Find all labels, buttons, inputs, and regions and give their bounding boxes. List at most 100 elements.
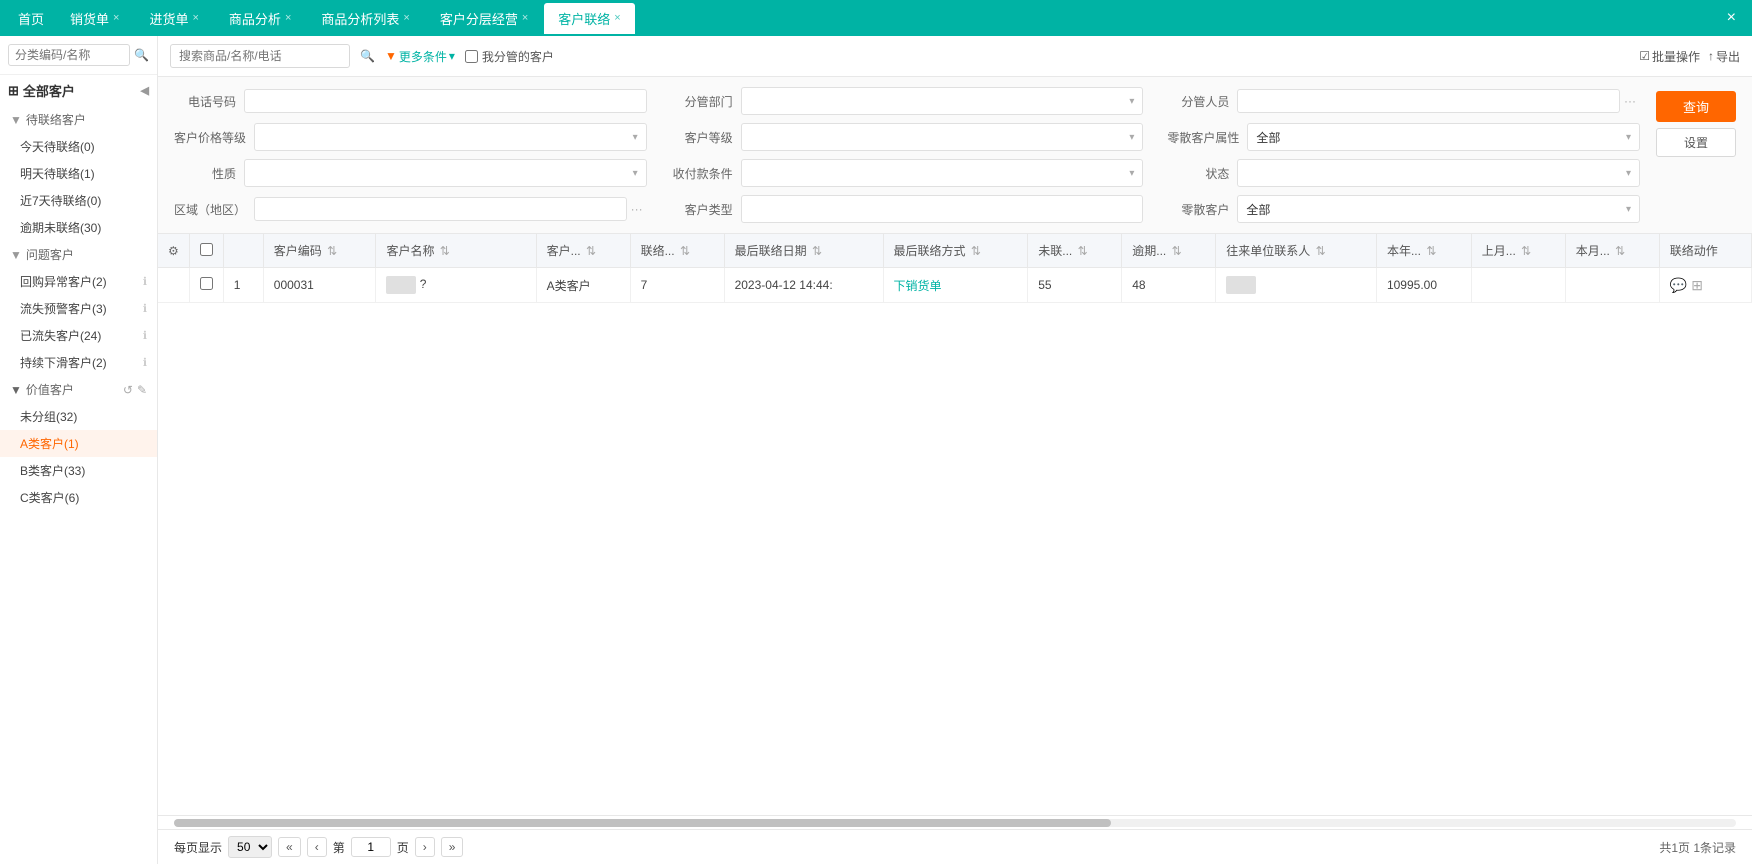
col-no-contact-sort[interactable]: ⇅ <box>1078 244 1088 258</box>
filter-manager-dots[interactable]: ··· <box>1620 94 1640 108</box>
col-this-year-sort[interactable]: ⇅ <box>1426 244 1436 258</box>
filter-scattered-attr-select[interactable]: 全部 ▾ <box>1247 123 1640 151</box>
col-unit-contact-sort[interactable]: ⇅ <box>1316 244 1326 258</box>
sidebar-item-declining[interactable]: 持续下滑客户(2) ℹ <box>0 349 157 376</box>
col-last-contact-date[interactable]: 最后联络日期 ⇅ <box>724 234 883 268</box>
close-all-button[interactable]: × <box>1719 9 1744 27</box>
export-button[interactable]: ↑ 导出 <box>1708 48 1740 65</box>
nav-tab-analysis-list[interactable]: 商品分析列表 × <box>307 3 423 34</box>
col-no-contact[interactable]: 未联... ⇅ <box>1028 234 1122 268</box>
sidebar-item-today[interactable]: 今天待联络(0) <box>0 133 157 160</box>
sidebar-problem-customers-group[interactable]: ▼ 问题客户 <box>0 241 157 268</box>
nav-tab-sales-close[interactable]: × <box>113 12 119 24</box>
col-contact[interactable]: 联络... ⇅ <box>630 234 724 268</box>
settings-gear-icon[interactable]: ⚙ <box>168 244 179 258</box>
nav-tab-purchase-close[interactable]: × <box>192 12 198 24</box>
nav-tab-customer-contact-close[interactable]: × <box>614 12 620 24</box>
advanced-filter: 电话号码 分管部门 ▾ 分管人员 <box>158 77 1752 234</box>
nav-tab-customer-contact[interactable]: 客户联络 × <box>544 3 634 34</box>
sidebar-item-class-b[interactable]: B类客户(33) <box>0 457 157 484</box>
prev-page-button[interactable]: ‹ <box>307 837 327 857</box>
settings-button[interactable]: 设置 <box>1656 128 1736 157</box>
grid-action-icon[interactable]: ⊞ <box>1691 277 1703 294</box>
sidebar-search-input[interactable] <box>8 44 130 66</box>
row-last-contact-method-link[interactable]: 下销货单 <box>894 279 942 293</box>
filter-price-grade-select[interactable]: ▾ <box>254 123 647 151</box>
col-overdue-sort[interactable]: ⇅ <box>1172 244 1182 258</box>
filter-manager-input[interactable] <box>1237 89 1620 113</box>
col-last-month-sort[interactable]: ⇅ <box>1521 244 1531 258</box>
sidebar-item-churn-warning[interactable]: 流失预警客户(3) ℹ <box>0 295 157 322</box>
page-size-select[interactable]: 50 <box>228 836 272 858</box>
nav-tab-customer-segment[interactable]: 客户分层经营 × <box>426 3 542 34</box>
filter-retail-select[interactable]: 全部 ▾ <box>1237 195 1640 223</box>
sidebar-item-class-c[interactable]: C类客户(6) <box>0 484 157 511</box>
sidebar-collapse-icon[interactable]: ◀ <box>141 84 149 97</box>
filter-region-input[interactable] <box>254 197 627 221</box>
col-name[interactable]: 客户名称 ⇅ <box>376 234 536 268</box>
filter-search-input[interactable] <box>170 44 350 68</box>
col-code-sort[interactable]: ⇅ <box>327 244 337 258</box>
first-page-button[interactable]: « <box>278 837 301 857</box>
filter-phone-input[interactable] <box>244 89 647 113</box>
sidebar-all-customers-header[interactable]: ⊞ 全部客户 ◀ <box>0 75 157 106</box>
last-page-button[interactable]: » <box>441 837 464 857</box>
filter-search-icon[interactable]: 🔍 <box>360 49 375 63</box>
col-type-sort[interactable]: ⇅ <box>586 244 596 258</box>
nav-tab-analysis-list-close[interactable]: × <box>403 12 409 24</box>
col-last-contact-method[interactable]: 最后联络方式 ⇅ <box>883 234 1028 268</box>
filter-dept-select[interactable]: ▾ <box>741 87 1144 115</box>
col-last-month[interactable]: 上月... ⇅ <box>1471 234 1565 268</box>
col-checkbox[interactable] <box>189 234 223 268</box>
my-customers-checkbox[interactable] <box>465 50 478 63</box>
col-last-contact-method-sort[interactable]: ⇅ <box>971 244 981 258</box>
sidebar-item-overdue[interactable]: 逾期未联络(30) <box>0 214 157 241</box>
col-contact-sort[interactable]: ⇅ <box>680 244 690 258</box>
scroll-thumb[interactable] <box>174 819 1111 827</box>
select-all-checkbox[interactable] <box>200 243 213 256</box>
col-this-month-sort[interactable]: ⇅ <box>1615 244 1625 258</box>
batch-operation-button[interactable]: ☑ 批量操作 <box>1639 48 1700 65</box>
next-page-button[interactable]: › <box>415 837 435 857</box>
horizontal-scrollbar[interactable] <box>158 815 1752 829</box>
col-last-contact-date-sort[interactable]: ⇅ <box>812 244 822 258</box>
col-code[interactable]: 客户编码 ⇅ <box>263 234 376 268</box>
nav-tab-analysis-close[interactable]: × <box>285 12 291 24</box>
col-this-year[interactable]: 本年... ⇅ <box>1376 234 1471 268</box>
filter-region-dots[interactable]: ··· <box>627 202 647 216</box>
sidebar-item-repurchase[interactable]: 回购异常客户(2) ℹ <box>0 268 157 295</box>
sidebar-item-ungrouped[interactable]: 未分组(32) <box>0 403 157 430</box>
filter-payment-select[interactable]: ▾ <box>741 159 1144 187</box>
refresh-icon[interactable]: ↺ <box>123 383 133 397</box>
nav-tab-purchase[interactable]: 进货单 × <box>135 3 212 34</box>
col-type[interactable]: 客户... ⇅ <box>536 234 630 268</box>
col-unit-contact[interactable]: 往来单位联系人 ⇅ <box>1216 234 1377 268</box>
filter-nature-select[interactable]: ▾ <box>244 159 647 187</box>
sidebar-item-class-a[interactable]: A类客户(1) <box>0 430 157 457</box>
filter-more-button[interactable]: ▼ 更多条件 ▾ <box>385 48 455 65</box>
cell-checkbox[interactable] <box>189 268 223 303</box>
filter-customer-type-select[interactable] <box>741 195 1144 223</box>
filter-status-select[interactable]: ▾ <box>1237 159 1640 187</box>
col-this-month[interactable]: 本月... ⇅ <box>1565 234 1659 268</box>
chat-action-icon[interactable]: 💬 <box>1670 277 1687 294</box>
query-button[interactable]: 查询 <box>1656 91 1736 122</box>
nav-home[interactable]: 首页 <box>8 3 54 34</box>
edit-icon[interactable]: ✎ <box>137 383 147 397</box>
nav-tab-sales[interactable]: 销货单 × <box>56 3 133 34</box>
col-overdue[interactable]: 逾期... ⇅ <box>1122 234 1216 268</box>
nav-tab-analysis[interactable]: 商品分析 × <box>215 3 305 34</box>
sidebar-item-7days[interactable]: 近7天待联络(0) <box>0 187 157 214</box>
sidebar-search-icon[interactable]: 🔍 <box>134 48 149 62</box>
sidebar-item-churned[interactable]: 已流失客户(24) ℹ <box>0 322 157 349</box>
sidebar-value-customers-group[interactable]: ▼ 价值客户 ↺ ✎ <box>0 376 157 403</box>
col-name-sort[interactable]: ⇅ <box>440 244 450 258</box>
nav-tab-customer-segment-close[interactable]: × <box>522 12 528 24</box>
row-checkbox[interactable] <box>200 277 213 290</box>
col-settings[interactable]: ⚙ <box>158 234 189 268</box>
filter-customer-grade-select[interactable]: ▾ <box>741 123 1144 151</box>
sidebar-item-tomorrow[interactable]: 明天待联络(1) <box>0 160 157 187</box>
page-number-input[interactable] <box>351 837 391 857</box>
my-customers-checkbox-container[interactable]: 我分管的客户 <box>465 48 554 65</box>
sidebar-pending-contact-group[interactable]: ▼ 待联络客户 <box>0 106 157 133</box>
